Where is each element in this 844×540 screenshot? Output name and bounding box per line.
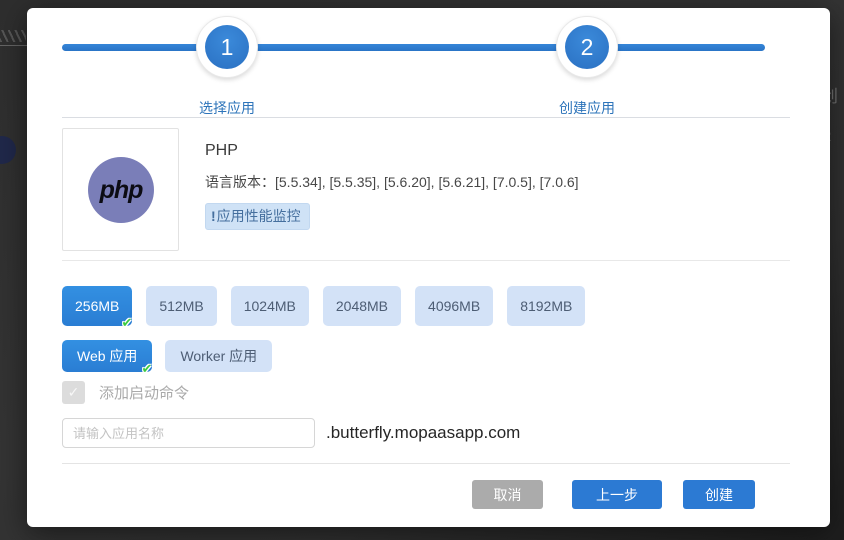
domain-suffix: .butterfly.mopaasapp.com: [326, 423, 521, 442]
memory-options: 256MB ✔ 512MB 1024MB 2048MB 4096MB 8192M…: [62, 286, 586, 330]
background-avatar: [0, 136, 16, 164]
memory-option-2048mb[interactable]: 2048MB: [322, 286, 402, 326]
php-logo-text: php: [99, 175, 144, 204]
app-type-options: Web 应用 ✔ Worker 应用: [62, 340, 273, 376]
memory-option-label: 4096MB: [428, 298, 481, 314]
selected-check-icon: ✔: [121, 315, 133, 330]
step-1-number: 1: [205, 25, 249, 69]
create-app-dialog: 1 2 选择应用 创建应用 php PHP 语言版本：[5.5.34], [5.…: [27, 8, 830, 527]
app-name-input[interactable]: [62, 418, 315, 448]
create-button[interactable]: 创建: [683, 480, 755, 509]
startup-command-row: ✓ 添加启动命令: [62, 381, 189, 404]
memory-option-label: 1024MB: [243, 298, 296, 314]
memory-option-label: 256MB: [75, 298, 120, 314]
type-option-web[interactable]: Web 应用 ✔: [62, 340, 153, 376]
selected-app-card: php: [62, 128, 179, 251]
cancel-button[interactable]: 取消: [472, 480, 543, 509]
step-2-number: 2: [565, 25, 609, 69]
performance-monitor-tag[interactable]: ! 应用性能监控: [205, 203, 310, 230]
app-title: PHP: [205, 142, 238, 159]
checkbox-check-icon: ✓: [67, 384, 80, 400]
memory-option-256mb[interactable]: 256MB ✔: [62, 286, 133, 330]
divider: [62, 117, 790, 118]
memory-option-label: 8192MB: [520, 298, 573, 314]
alert-icon: !: [211, 208, 216, 224]
selected-check-icon: ✔: [141, 361, 153, 376]
app-versions: 语言版本：[5.5.34], [5.5.35], [5.6.20], [5.6.…: [205, 174, 579, 190]
memory-option-1024mb[interactable]: 1024MB: [230, 286, 309, 326]
dimmed-overlay: 创 2 1 2 选择应用 创建应用 php PHP 语言版本：[5.5.34],…: [0, 0, 844, 540]
background-fragment: [0, 30, 26, 42]
app-name-row: .butterfly.mopaasapp.com: [62, 418, 520, 448]
previous-step-button[interactable]: 上一步: [572, 480, 662, 509]
type-option-label: Worker 应用: [180, 348, 258, 364]
step-1-indicator: 1: [196, 16, 258, 78]
step-2-indicator: 2: [556, 16, 618, 78]
performance-monitor-label: 应用性能监控: [216, 208, 301, 224]
divider: [62, 463, 790, 464]
app-info: PHP 语言版本：[5.5.34], [5.5.35], [5.6.20], […: [205, 142, 579, 230]
memory-option-label: 512MB: [159, 298, 204, 314]
type-option-worker[interactable]: Worker 应用: [165, 340, 273, 372]
startup-command-checkbox[interactable]: ✓: [62, 381, 85, 404]
step-progress-bar: [62, 44, 765, 51]
memory-option-4096mb[interactable]: 4096MB: [415, 286, 494, 326]
background-fragment: [0, 45, 28, 46]
step-2-label: 创建应用: [559, 100, 615, 116]
memory-option-512mb[interactable]: 512MB: [146, 286, 217, 326]
memory-option-8192mb[interactable]: 8192MB: [507, 286, 586, 326]
startup-command-label: 添加启动命令: [99, 385, 190, 402]
step-1-label: 选择应用: [199, 100, 255, 116]
memory-option-label: 2048MB: [335, 298, 389, 314]
type-option-label: Web 应用: [77, 348, 138, 364]
divider: [62, 260, 790, 261]
php-logo-icon: php: [88, 157, 154, 223]
